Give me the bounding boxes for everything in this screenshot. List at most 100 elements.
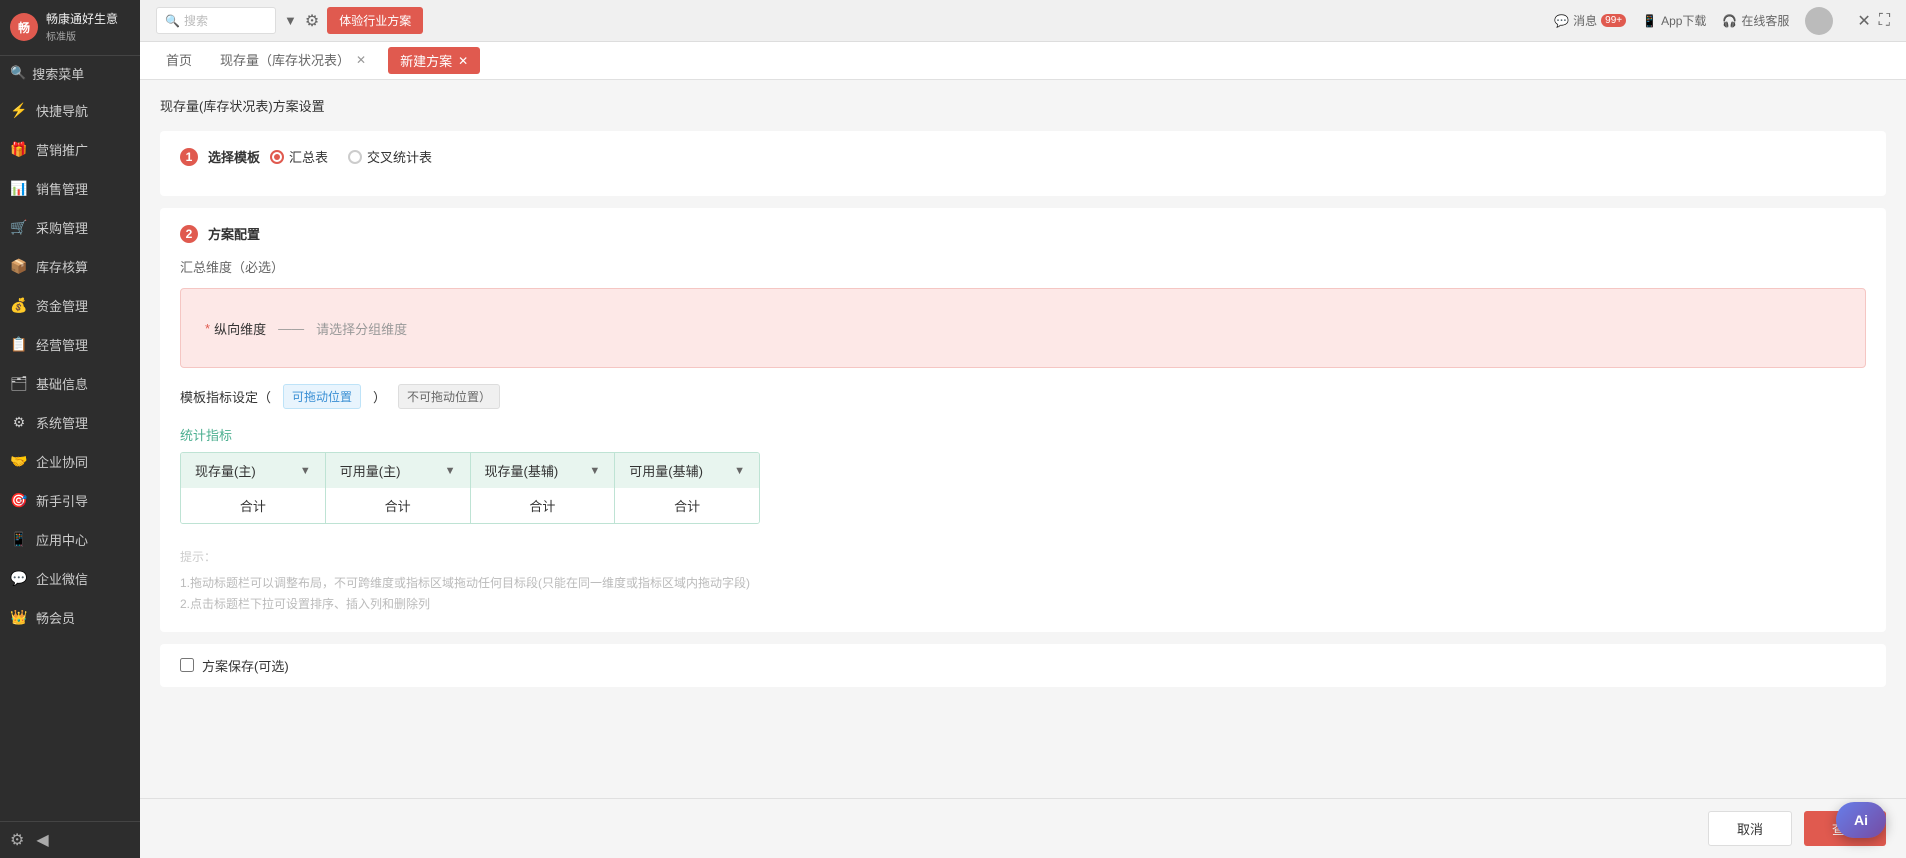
topbar: 🔍 搜索 ▼ ⚙ 体验行业方案 💬 消息 99+ 📱 App下载 🎧 在线客服 xyxy=(140,0,1906,42)
quick-nav-icon: ⚡ xyxy=(10,101,28,119)
sidebar-item-management[interactable]: 📋 经营管理 xyxy=(0,325,140,364)
search-icon: 🔍 xyxy=(10,65,26,81)
stats-col2-body: 合计 xyxy=(326,488,471,523)
dimension-box[interactable]: * 纵向维度 —— 请选择分组维度 xyxy=(180,288,1866,368)
purchase-icon: 🛒 xyxy=(10,218,28,236)
tabs-bar: 首页 现存量（库存状况表） ✕ 新建方案 ✕ xyxy=(140,42,1906,80)
indicator-draggable-badge: 可拖动位置 xyxy=(283,384,361,409)
message-badge: 99+ xyxy=(1601,14,1626,27)
cooperation-icon: 🤝 xyxy=(10,452,28,470)
save-row: 方案保存(可选) xyxy=(160,644,1886,687)
stats-col2-header[interactable]: 可用量(主) ▼ xyxy=(326,453,471,488)
dimension-dash: —— xyxy=(278,321,304,336)
sidebar-item-app-center[interactable]: 📱 应用中心 xyxy=(0,520,140,559)
basic-info-icon: 🗂 xyxy=(10,374,28,392)
tips-section: 提示： 1.拖动标题栏可以调整布局，不可跨维度或指标区域拖动任何目标段(只能在同… xyxy=(180,547,1866,616)
sidebar-item-marketing[interactable]: 🎁 营销推广 xyxy=(0,130,140,169)
new-guide-icon: 🎯 xyxy=(10,491,28,509)
sidebar-item-inventory[interactable]: 📦 库存核算 xyxy=(0,247,140,286)
message-icon: 💬 xyxy=(1554,14,1569,28)
industry-btn[interactable]: 体验行业方案 xyxy=(327,7,423,34)
management-icon: 📋 xyxy=(10,335,28,353)
window-controls: ✕ ⛶ xyxy=(1857,11,1890,31)
main-area: 🔍 搜索 ▼ ⚙ 体验行业方案 💬 消息 99+ 📱 App下载 🎧 在线客服 xyxy=(140,0,1906,858)
sidebar-item-system[interactable]: ⚙ 系统管理 xyxy=(0,403,140,442)
topbar-left: 🔍 搜索 ▼ ⚙ 体验行业方案 xyxy=(156,7,1542,34)
tab-inventory-close-icon[interactable]: ✕ xyxy=(356,53,366,67)
topbar-search-box[interactable]: 🔍 搜索 xyxy=(156,7,276,34)
section-scheme-config: 2 方案配置 汇总维度（必选） * 纵向维度 —— 请选择分组维度 模板指标设定… xyxy=(160,208,1886,632)
stats-table-body: 合计 合计 合计 合计 xyxy=(181,488,759,523)
sidebar-item-quick-nav[interactable]: ⚡ 快捷导航 xyxy=(0,91,140,130)
sidebar-item-cooperation[interactable]: 🤝 企业协同 xyxy=(0,442,140,481)
stats-col4-header[interactable]: 可用量(基辅) ▼ xyxy=(615,453,759,488)
sidebar-item-finance[interactable]: 💰 资金管理 xyxy=(0,286,140,325)
indicator-settings-row: 模板指标设定（ 可拖动位置 ） 不可拖动位置） xyxy=(180,384,1866,409)
col3-chevron-icon: ▼ xyxy=(589,465,600,477)
section-choose-template: 1 选择模板 汇总表 交叉统计表 xyxy=(160,131,1886,196)
stats-table: 现存量(主) ▼ 可用量(主) ▼ 现存量(基辅) ▼ 可用量(基辅) ▼ xyxy=(180,452,760,524)
col2-chevron-icon: ▼ xyxy=(445,465,456,477)
save-checkbox[interactable] xyxy=(180,658,194,672)
app-name: 畅康通好生意 xyxy=(46,12,118,28)
section1-title: 选择模板 xyxy=(208,147,260,166)
stats-col1-body: 合计 xyxy=(181,488,326,523)
page-title: 现存量(库存状况表)方案设置 xyxy=(160,96,1886,115)
radio-summary[interactable]: 汇总表 xyxy=(270,147,328,166)
app-center-icon: 📱 xyxy=(10,530,28,548)
sidebar-item-purchase[interactable]: 🛒 采购管理 xyxy=(0,208,140,247)
sidebar-item-sales[interactable]: 📊 销售管理 xyxy=(0,169,140,208)
tab-home[interactable]: 首页 xyxy=(152,42,206,79)
section2-number: 2 xyxy=(180,225,198,243)
stats-col4-body: 合计 xyxy=(615,488,759,523)
sales-icon: 📊 xyxy=(10,179,28,197)
phone-icon: 📱 xyxy=(1642,14,1657,28)
stats-col3-header[interactable]: 现存量(基辅) ▼ xyxy=(471,453,616,488)
content-area: 现存量(库存状况表)方案设置 1 选择模板 汇总表 交叉统计表 xyxy=(140,80,1906,798)
member-icon: 👑 xyxy=(10,608,28,626)
radio-cross[interactable]: 交叉统计表 xyxy=(348,147,432,166)
settings-icon[interactable]: ⚙ xyxy=(10,830,24,850)
search-icon: 🔍 xyxy=(165,14,180,28)
stats-col1-header[interactable]: 现存量(主) ▼ xyxy=(181,453,326,488)
dimension-hint: 请选择分组维度 xyxy=(316,319,407,338)
sidebar-item-wechat[interactable]: 💬 企业微信 xyxy=(0,559,140,598)
col4-chevron-icon: ▼ xyxy=(734,465,745,477)
sidebar-search[interactable]: 🔍 搜索菜单 xyxy=(0,56,140,91)
close-icon[interactable]: ✕ xyxy=(1857,11,1870,31)
tip1: 1.拖动标题栏可以调整布局，不可跨维度或指标区域拖动任何目标段(只能在同一维度或… xyxy=(180,573,1866,595)
tab-new-close-icon[interactable]: ✕ xyxy=(458,54,468,68)
expand-icon[interactable]: ⛶ xyxy=(1879,12,1890,30)
app-download-button[interactable]: 📱 App下载 xyxy=(1642,12,1706,29)
radio-summary-circle xyxy=(270,150,284,164)
topbar-dropdown-icon[interactable]: ▼ xyxy=(284,13,297,28)
ai-fab-button[interactable]: Ai xyxy=(1836,802,1886,838)
tip2: 2.点击标题栏下拉可设置排序、插入列和删除列 xyxy=(180,594,1866,616)
col1-chevron-icon: ▼ xyxy=(300,465,311,477)
indicator-fixed-badge: 不可拖动位置） xyxy=(398,384,500,409)
section2-header: 2 方案配置 xyxy=(180,224,1866,243)
tips-title: 提示： xyxy=(180,547,1866,569)
topbar-gear-icon[interactable]: ⚙ xyxy=(305,11,319,31)
sidebar-item-member[interactable]: 👑 畅会员 xyxy=(0,598,140,637)
app-version: 标准版 xyxy=(46,28,118,43)
section1-header: 1 选择模板 汇总表 交叉统计表 xyxy=(180,147,1866,166)
headset-icon: 🎧 xyxy=(1722,14,1737,28)
service-button[interactable]: 🎧 在线客服 xyxy=(1722,12,1789,29)
logo-icon: 畅 xyxy=(10,13,38,41)
inventory-icon: 📦 xyxy=(10,257,28,275)
tab-new-scheme[interactable]: 新建方案 ✕ xyxy=(388,47,480,74)
tab-inventory-status[interactable]: 现存量（库存状况表） ✕ xyxy=(206,42,380,79)
user-avatar[interactable] xyxy=(1805,7,1833,35)
cancel-button[interactable]: 取消 xyxy=(1708,811,1792,846)
dimension-required-mark: * xyxy=(205,321,210,336)
sidebar-item-basic-info[interactable]: 🗂 基础信息 xyxy=(0,364,140,403)
save-label[interactable]: 方案保存(可选) xyxy=(202,656,289,675)
wechat-icon: 💬 xyxy=(10,569,28,587)
speaker-icon[interactable]: ◀ xyxy=(36,830,48,850)
finance-icon: 💰 xyxy=(10,296,28,314)
sidebar-item-new-guide[interactable]: 🎯 新手引导 xyxy=(0,481,140,520)
stats-table-header: 现存量(主) ▼ 可用量(主) ▼ 现存量(基辅) ▼ 可用量(基辅) ▼ xyxy=(181,453,759,488)
message-button[interactable]: 💬 消息 99+ xyxy=(1554,12,1626,29)
sidebar-logo: 畅 畅康通好生意 标准版 xyxy=(0,0,140,56)
